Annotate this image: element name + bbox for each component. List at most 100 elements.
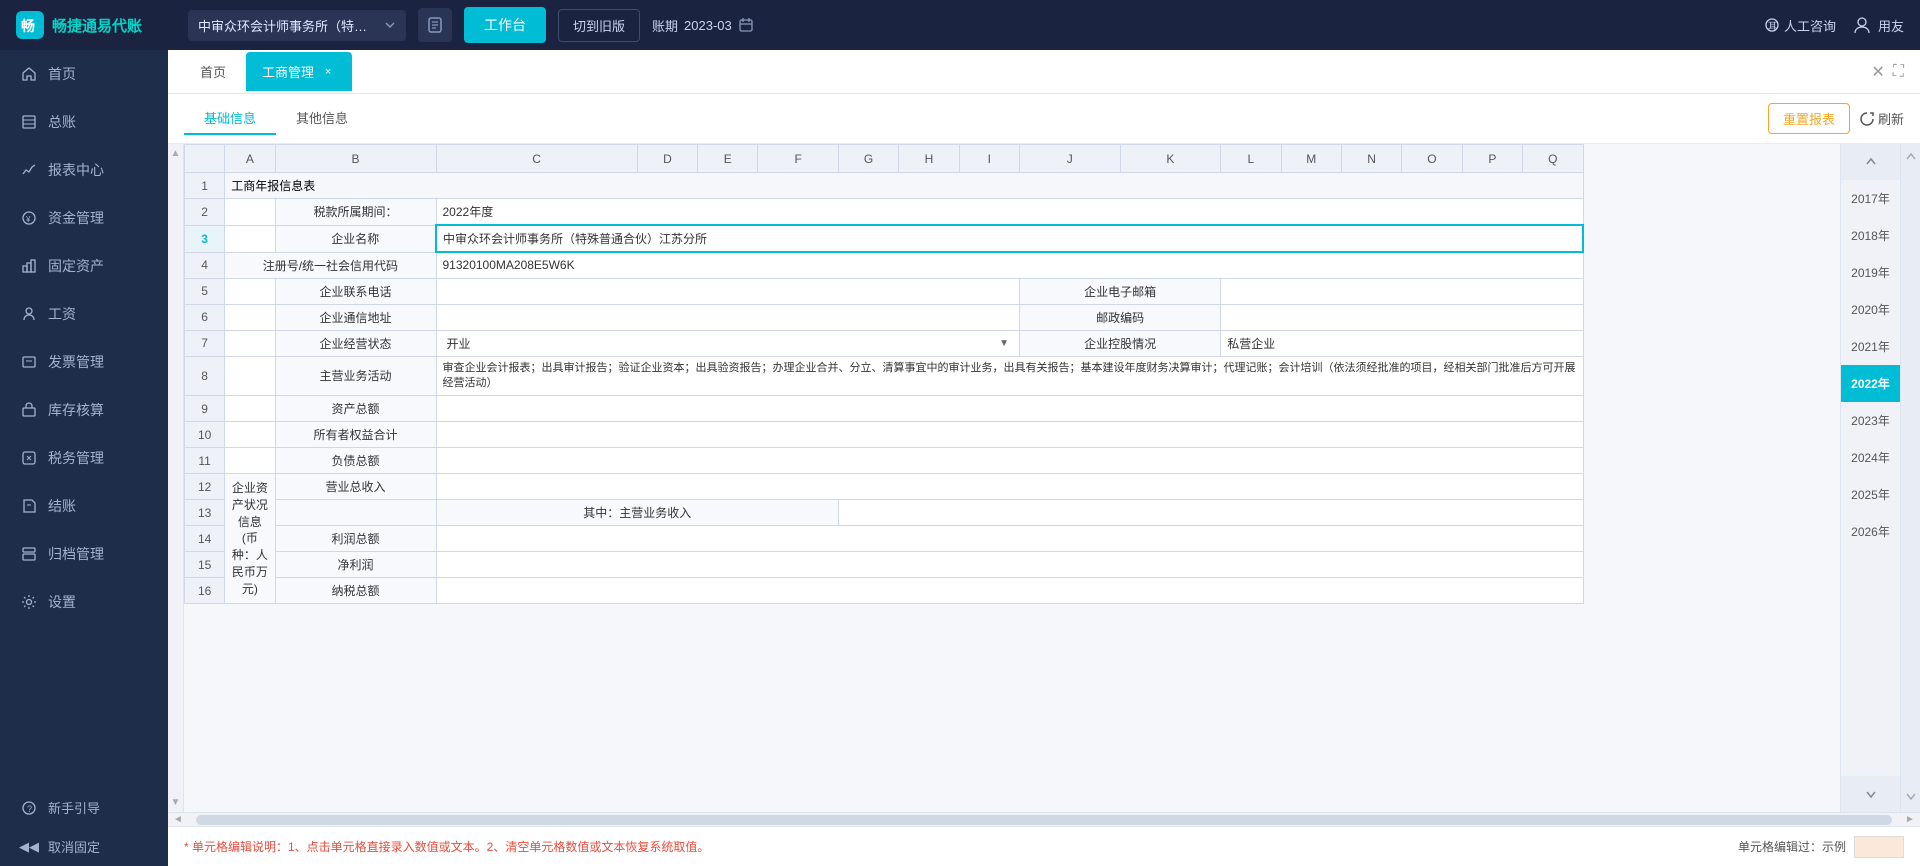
cell-8C[interactable]: 审查企业会计报表；出具审计报告；验证企业资本；出具验资报告；办理企业合并、分立、…: [436, 356, 1583, 396]
sidebar-item-wages[interactable]: 工资: [0, 290, 168, 338]
sidebar-item-ledger[interactable]: 总账: [0, 98, 168, 146]
sidebar-item-settings[interactable]: 设置: [0, 578, 168, 626]
cell-5A[interactable]: [225, 278, 275, 304]
bottom-right: 单元格编辑过：示例: [1738, 836, 1904, 858]
horizontal-scrollbar[interactable]: ◄ ►: [168, 812, 1920, 826]
table-row: 7 企业经营状态 开业 ▼ 企业控股情况 私营企业: [185, 330, 1584, 356]
cell-11C[interactable]: [436, 448, 1583, 474]
window-expand-button[interactable]: ⛶: [1893, 63, 1904, 81]
cell-12C[interactable]: [436, 474, 1583, 500]
reset-button[interactable]: 重置报表: [1768, 103, 1850, 134]
year-2019[interactable]: 2019年: [1841, 254, 1900, 291]
cell-7-dropdown[interactable]: 开业 ▼: [436, 330, 1020, 356]
sidebar-item-close[interactable]: 结账: [0, 482, 168, 530]
subtab-other[interactable]: 其他信息: [276, 102, 368, 135]
year-2021[interactable]: 2021年: [1841, 328, 1900, 365]
tab-business[interactable]: 工商管理 ×: [246, 52, 352, 91]
cell-2C[interactable]: 2022年度: [436, 199, 1583, 226]
topbar-right: 耳 人工咨询 用友: [1764, 15, 1904, 35]
tab-close-button[interactable]: ×: [320, 64, 336, 80]
sidebar-item-reports[interactable]: 报表中心: [0, 146, 168, 194]
cell-3A[interactable]: [225, 225, 275, 252]
sidebar-item-unpin[interactable]: ◀◀ 取消固定: [0, 827, 168, 866]
sidebar-item-invoice[interactable]: 发票管理: [0, 338, 168, 386]
cell-10C[interactable]: [436, 422, 1583, 448]
hscroll-left[interactable]: ◄: [168, 814, 188, 825]
sheet-wrapper[interactable]: A B C D E F G H I J K L M: [184, 144, 1840, 812]
cell-14C[interactable]: [436, 526, 1583, 552]
cell-5C[interactable]: [436, 278, 1020, 304]
corner-cell: [185, 145, 225, 173]
cell-2A[interactable]: [225, 199, 275, 226]
table-row: 5 企业联系电话 企业电子邮箱: [185, 278, 1584, 304]
hscroll-right[interactable]: ►: [1900, 814, 1920, 825]
sidebar-label-invoice: 发票管理: [48, 352, 104, 372]
switch-version-button[interactable]: 切到旧版: [558, 9, 640, 42]
cell-3B: 企业名称: [275, 225, 436, 252]
sidebar-item-finance[interactable]: ¥ 资金管理: [0, 194, 168, 242]
cell-5K[interactable]: [1221, 278, 1583, 304]
service-button[interactable]: 耳 人工咨询: [1764, 16, 1836, 35]
sidebar-item-home[interactable]: 首页: [0, 50, 168, 98]
year-scroll-up[interactable]: [1841, 144, 1900, 180]
workbench-button[interactable]: 工作台: [464, 7, 546, 43]
year-2024[interactable]: 2024年: [1841, 439, 1900, 476]
sidebar-item-guide[interactable]: ? 新手引导: [0, 788, 168, 827]
document-icon[interactable]: [418, 8, 452, 42]
scroll-down[interactable]: ▼: [171, 797, 181, 808]
collapse-down-button[interactable]: [1904, 783, 1918, 812]
table-row: 9 资产总额: [185, 396, 1584, 422]
app-name: 畅捷通易代账: [52, 15, 142, 36]
cell-7A[interactable]: [225, 330, 275, 356]
cell-8A[interactable]: [225, 356, 275, 396]
sidebar-label-reports: 报表中心: [48, 160, 104, 180]
row-num-10: 10: [185, 422, 225, 448]
scroll-up[interactable]: ▲: [171, 148, 181, 159]
cell-7K[interactable]: 私营企业: [1221, 330, 1583, 356]
tab-home[interactable]: 首页: [184, 52, 242, 91]
company-selector[interactable]: 中审众环会计师事务所（特殊普通合伙...: [188, 10, 406, 41]
cell-11A[interactable]: [225, 448, 275, 474]
cell-14B: 利润总额: [275, 526, 436, 552]
user-menu[interactable]: 用友: [1852, 15, 1904, 35]
sidebar-item-inventory[interactable]: 库存核算: [0, 386, 168, 434]
collapse-up-button[interactable]: [1904, 144, 1918, 173]
cell-16C[interactable]: [436, 578, 1583, 604]
cell-10A[interactable]: [225, 422, 275, 448]
year-2022[interactable]: 2022年: [1841, 365, 1900, 402]
cell-6C[interactable]: [436, 304, 1020, 330]
year-2017[interactable]: 2017年: [1841, 180, 1900, 217]
sidebar-item-assets[interactable]: 固定资产: [0, 242, 168, 290]
col-header-C: C: [436, 145, 637, 173]
window-close-button[interactable]: ✕: [1871, 62, 1884, 82]
year-2025[interactable]: 2025年: [1841, 476, 1900, 513]
year-scroll-down[interactable]: [1841, 776, 1900, 812]
unpin-icon: ◀◀: [20, 838, 38, 856]
sheet-left-scroll[interactable]: ▲ ▼: [168, 144, 184, 812]
hscroll-track[interactable]: [196, 815, 1892, 825]
subtab-basic[interactable]: 基础信息: [184, 102, 276, 135]
cell-13G[interactable]: [838, 500, 1583, 526]
year-2026[interactable]: 2026年: [1841, 513, 1900, 550]
cell-6K[interactable]: [1221, 304, 1583, 330]
refresh-button[interactable]: 刷新: [1860, 109, 1904, 128]
col-header-P: P: [1462, 145, 1522, 173]
sidebar-item-archive[interactable]: 归档管理: [0, 530, 168, 578]
cell-9A[interactable]: [225, 396, 275, 422]
cell-6A[interactable]: [225, 304, 275, 330]
table-row: 1 工商年报信息表: [185, 173, 1584, 199]
year-2020[interactable]: 2020年: [1841, 291, 1900, 328]
sidebar-label-guide: 新手引导: [48, 798, 100, 817]
sidebar-label-home: 首页: [48, 64, 76, 84]
sidebar-item-tax[interactable]: 税务管理: [0, 434, 168, 482]
cell-4C[interactable]: 91320100MA208E5W6K: [436, 252, 1583, 278]
sheet-title[interactable]: 工商年报信息表: [225, 173, 1583, 199]
cell-3C[interactable]: 中审众环会计师事务所（特殊普通合伙）江苏分所: [436, 225, 1583, 252]
col-header-H: H: [899, 145, 959, 173]
year-2023[interactable]: 2023年: [1841, 402, 1900, 439]
cell-9C[interactable]: [436, 396, 1583, 422]
sample-label: 单元格编辑过：示例: [1738, 838, 1846, 855]
col-header-E: E: [698, 145, 758, 173]
cell-15C[interactable]: [436, 552, 1583, 578]
year-2018[interactable]: 2018年: [1841, 217, 1900, 254]
